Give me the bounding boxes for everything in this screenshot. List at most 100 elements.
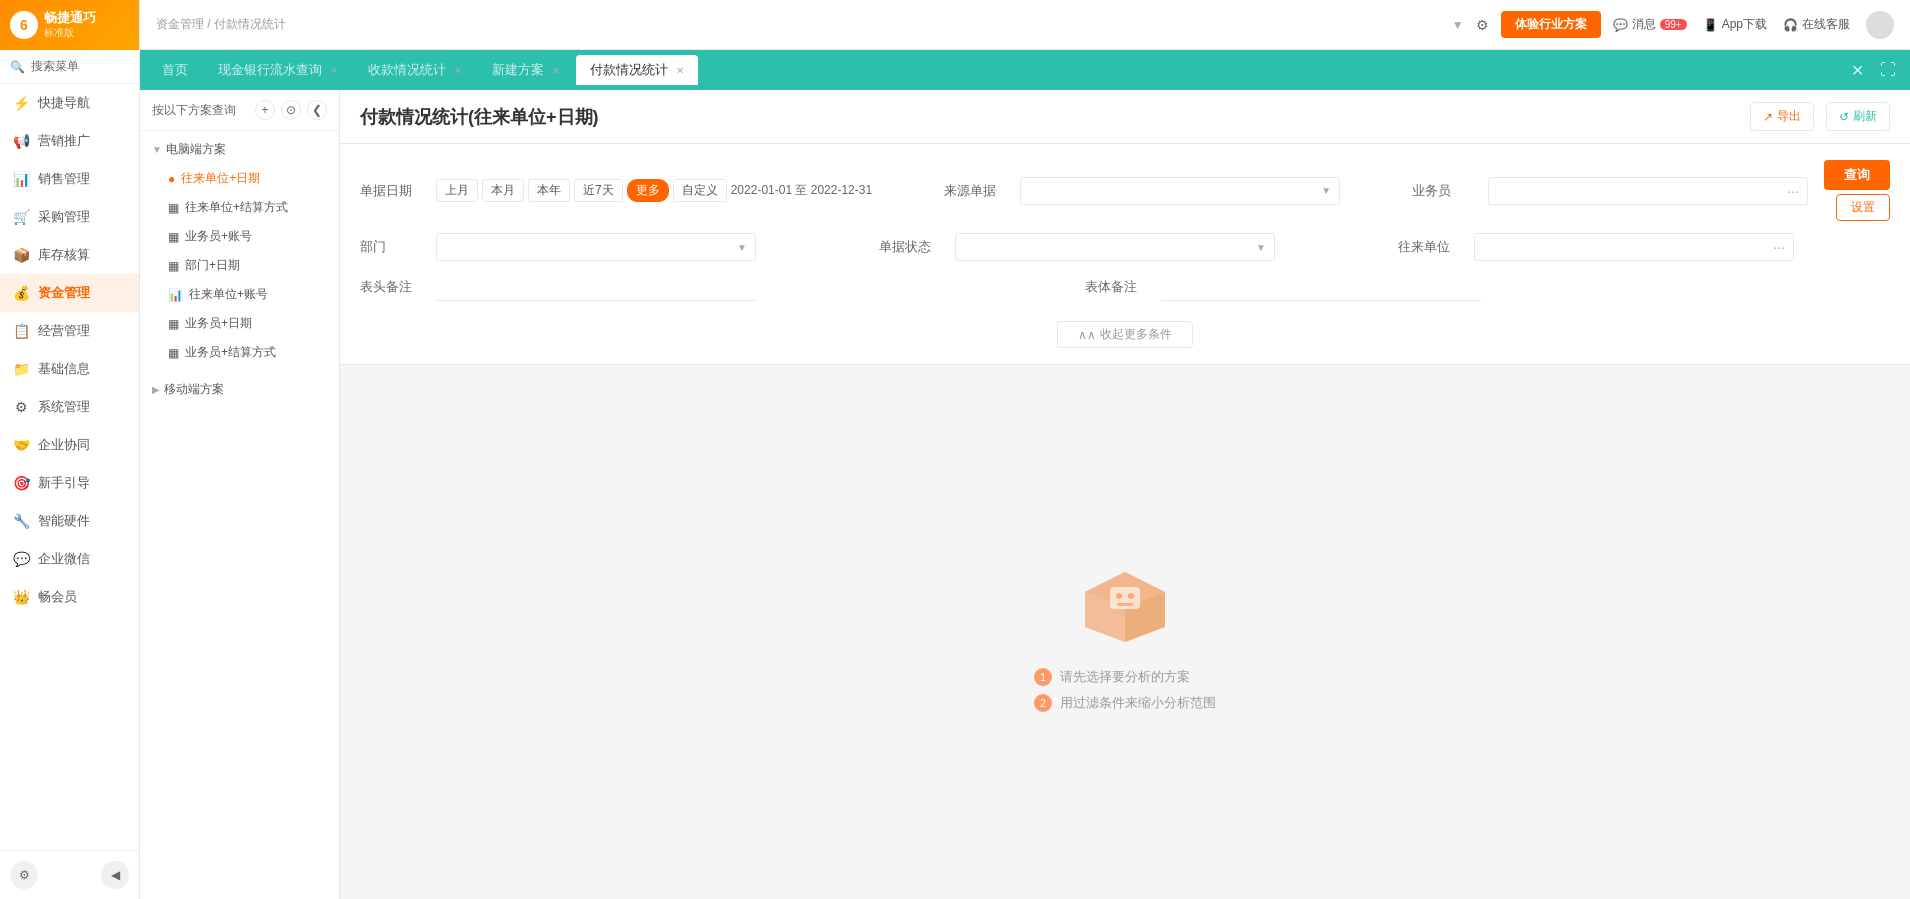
- online-service-item[interactable]: 🎧 在线客服: [1783, 16, 1850, 33]
- sidebar-search[interactable]: 🔍 搜索菜单: [0, 50, 139, 84]
- header-settings-icon[interactable]: ⚙: [1476, 17, 1489, 33]
- expand-btn[interactable]: ⛶: [1874, 59, 1902, 82]
- sidebar-icon-enterprise: 🤝: [12, 436, 30, 454]
- search-label: 搜索菜单: [31, 58, 79, 75]
- source-label: 来源单据: [944, 182, 1004, 200]
- headset-icon: 🎧: [1783, 18, 1798, 32]
- hint-text-2: 用过滤条件来缩小分析范围: [1060, 694, 1216, 712]
- collapse-btn[interactable]: ∧∧ 收起更多条件: [1057, 321, 1193, 348]
- this-year-btn[interactable]: 本年: [528, 179, 570, 202]
- date-label: 单据日期: [360, 182, 420, 200]
- user-avatar[interactable]: [1866, 11, 1894, 39]
- scheme-mobile-header[interactable]: ▶ 移动端方案: [140, 375, 339, 404]
- scheme-item-unit-settlement[interactable]: ▦往来单位+结算方式: [140, 193, 339, 222]
- sidebar-item-finance[interactable]: 💰资金管理: [0, 274, 139, 312]
- sidebar-icon-system: ⚙: [12, 398, 30, 416]
- sidebar-item-member[interactable]: 👑畅会员: [0, 578, 139, 616]
- header-note-input[interactable]: [436, 273, 756, 301]
- last-7-btn[interactable]: 近7天: [574, 179, 623, 202]
- empty-state: 1 请先选择要分析的方案 2 用过滤条件来缩小分析范围: [340, 365, 1910, 899]
- tab-bar-actions: ✕ ⛶: [1845, 59, 1902, 82]
- sidebar-collapse-btn[interactable]: ◀: [101, 861, 129, 889]
- sidebar-item-hardware[interactable]: 🔧智能硬件: [0, 502, 139, 540]
- sidebar-icon-operations: 📋: [12, 322, 30, 340]
- close-all-btn[interactable]: ✕: [1845, 59, 1870, 82]
- sidebar-item-marketing[interactable]: 📢营销推广: [0, 122, 139, 160]
- scheme-item-salesperson-settlement[interactable]: ▦业务员+结算方式: [140, 338, 339, 367]
- page-header-actions: ↗ 导出 ↺ 刷新: [1750, 102, 1890, 131]
- sidebar-bottom: ⚙ ◀: [0, 850, 139, 899]
- dept-select[interactable]: ▼: [436, 233, 756, 261]
- sidebar-item-quick-nav[interactable]: ⚡快捷导航: [0, 84, 139, 122]
- tab-bar: 首页现金银行流水查询✕收款情况统计✕新建方案✕付款情况统计✕ ✕ ⛶: [140, 50, 1910, 90]
- notification-item[interactable]: 💬 消息 99+: [1613, 16, 1687, 33]
- app-download-item[interactable]: 📱 App下载: [1703, 16, 1767, 33]
- tab-home[interactable]: 首页: [148, 55, 202, 85]
- counterpart-dots[interactable]: ···: [1773, 239, 1785, 255]
- scheme-item-unit-date[interactable]: ●往来单位+日期: [140, 164, 339, 193]
- sidebar-label-operations: 经营管理: [38, 322, 90, 340]
- doc-status-select[interactable]: ▼: [955, 233, 1275, 261]
- scheme-item-salesperson-account[interactable]: ▦业务员+账号: [140, 222, 339, 251]
- sidebar-item-operations[interactable]: 📋 经营管理: [0, 312, 139, 350]
- tab-cash-flow[interactable]: 现金银行流水查询✕: [204, 55, 352, 85]
- sidebar-item-enterprise[interactable]: 🤝企业协同: [0, 426, 139, 464]
- sidebar-item-system[interactable]: ⚙系统管理: [0, 388, 139, 426]
- tab-new-scheme[interactable]: 新建方案✕: [478, 55, 574, 85]
- scheme-collapse-btn[interactable]: ❮: [307, 100, 327, 120]
- tab-close-payment-stat[interactable]: ✕: [676, 65, 684, 76]
- sidebar-item-purchase[interactable]: 🛒采购管理: [0, 198, 139, 236]
- tab-payment-stat[interactable]: 付款情况统计✕: [576, 55, 698, 85]
- query-btn[interactable]: 查询: [1824, 160, 1890, 190]
- custom-btn[interactable]: 自定义: [673, 179, 727, 202]
- scheme-item-salesperson-date[interactable]: ▦业务员+日期: [140, 309, 339, 338]
- scheme-add-btn[interactable]: +: [255, 100, 275, 120]
- this-month-btn[interactable]: 本月: [482, 179, 524, 202]
- scheme-settings-btn[interactable]: ⊙: [281, 100, 301, 120]
- try-industry-btn[interactable]: 体验行业方案: [1501, 11, 1601, 38]
- sidebar-icon-marketing: 📢: [12, 132, 30, 150]
- sidebar-nav: ⚡快捷导航📢营销推广📊销售管理🛒采购管理📦库存核算💰资金管理 📋 经营管理 📁基础信息…: [0, 84, 139, 850]
- sidebar-settings-btn[interactable]: ⚙: [10, 861, 38, 889]
- scheme-item-label-dept-date: 部门+日期: [185, 257, 240, 274]
- sidebar-item-inventory[interactable]: 📦库存核算: [0, 236, 139, 274]
- scheme-item-label-unit-account: 往来单位+账号: [189, 286, 268, 303]
- scheme-desktop-header[interactable]: ▼ 电脑端方案: [140, 135, 339, 164]
- scheme-item-icon-dept-date: ▦: [168, 259, 179, 273]
- scheme-item-dept-date[interactable]: ▦ 部门+日期: [140, 251, 339, 280]
- svg-point-5: [1116, 593, 1122, 599]
- last-month-btn[interactable]: 上月: [436, 179, 478, 202]
- sidebar-label-sales: 销售管理: [38, 170, 90, 188]
- sidebar-item-guide[interactable]: 🎯新手引导: [0, 464, 139, 502]
- tab-close-new-scheme[interactable]: ✕: [552, 65, 560, 76]
- empty-svg: [1065, 552, 1185, 652]
- tab-close-cash-flow[interactable]: ✕: [330, 65, 338, 76]
- scheme-panel-icons: + ⊙ ❮: [255, 100, 327, 120]
- sidebar-icon-finance: 💰: [12, 284, 30, 302]
- salesperson-dots[interactable]: ···: [1787, 183, 1799, 199]
- refresh-btn[interactable]: ↺ 刷新: [1826, 102, 1890, 131]
- source-select[interactable]: ▼: [1020, 177, 1340, 205]
- more-btn[interactable]: 更多: [627, 179, 669, 202]
- scheme-item-label-unit-settlement: 往来单位+结算方式: [185, 199, 288, 216]
- body-note-input[interactable]: [1161, 273, 1481, 301]
- scheme-item-label-salesperson-settlement: 业务员+结算方式: [185, 344, 276, 361]
- filter-setting-btn[interactable]: 设置: [1836, 194, 1890, 221]
- app-download-label: App下载: [1722, 16, 1767, 33]
- sidebar-item-wechat[interactable]: 💬企业微信: [0, 540, 139, 578]
- notification-label: 消息: [1632, 16, 1656, 33]
- sidebar-item-basic-info[interactable]: 📁基础信息: [0, 350, 139, 388]
- counterpart-select[interactable]: ···: [1474, 233, 1794, 261]
- tab-close-receivable[interactable]: ✕: [454, 65, 462, 76]
- scheme-mobile-section: ▶ 移动端方案: [140, 371, 339, 408]
- sidebar-icon-purchase: 🛒: [12, 208, 30, 226]
- export-btn[interactable]: ↗ 导出: [1750, 102, 1814, 131]
- breadcrumb: 资金管理 / 付款情况统计: [156, 16, 1440, 33]
- right-content: 付款情况统计(往来单位+日期) ↗ 导出 ↺ 刷新 单据日期: [340, 90, 1910, 899]
- body-note-label: 表体备注: [1085, 278, 1145, 296]
- scheme-item-label-unit-date: 往来单位+日期: [181, 170, 260, 187]
- sidebar-item-sales[interactable]: 📊销售管理: [0, 160, 139, 198]
- salesperson-select[interactable]: ···: [1488, 177, 1808, 205]
- scheme-item-unit-account[interactable]: 📊往来单位+账号: [140, 280, 339, 309]
- tab-receivable[interactable]: 收款情况统计✕: [354, 55, 476, 85]
